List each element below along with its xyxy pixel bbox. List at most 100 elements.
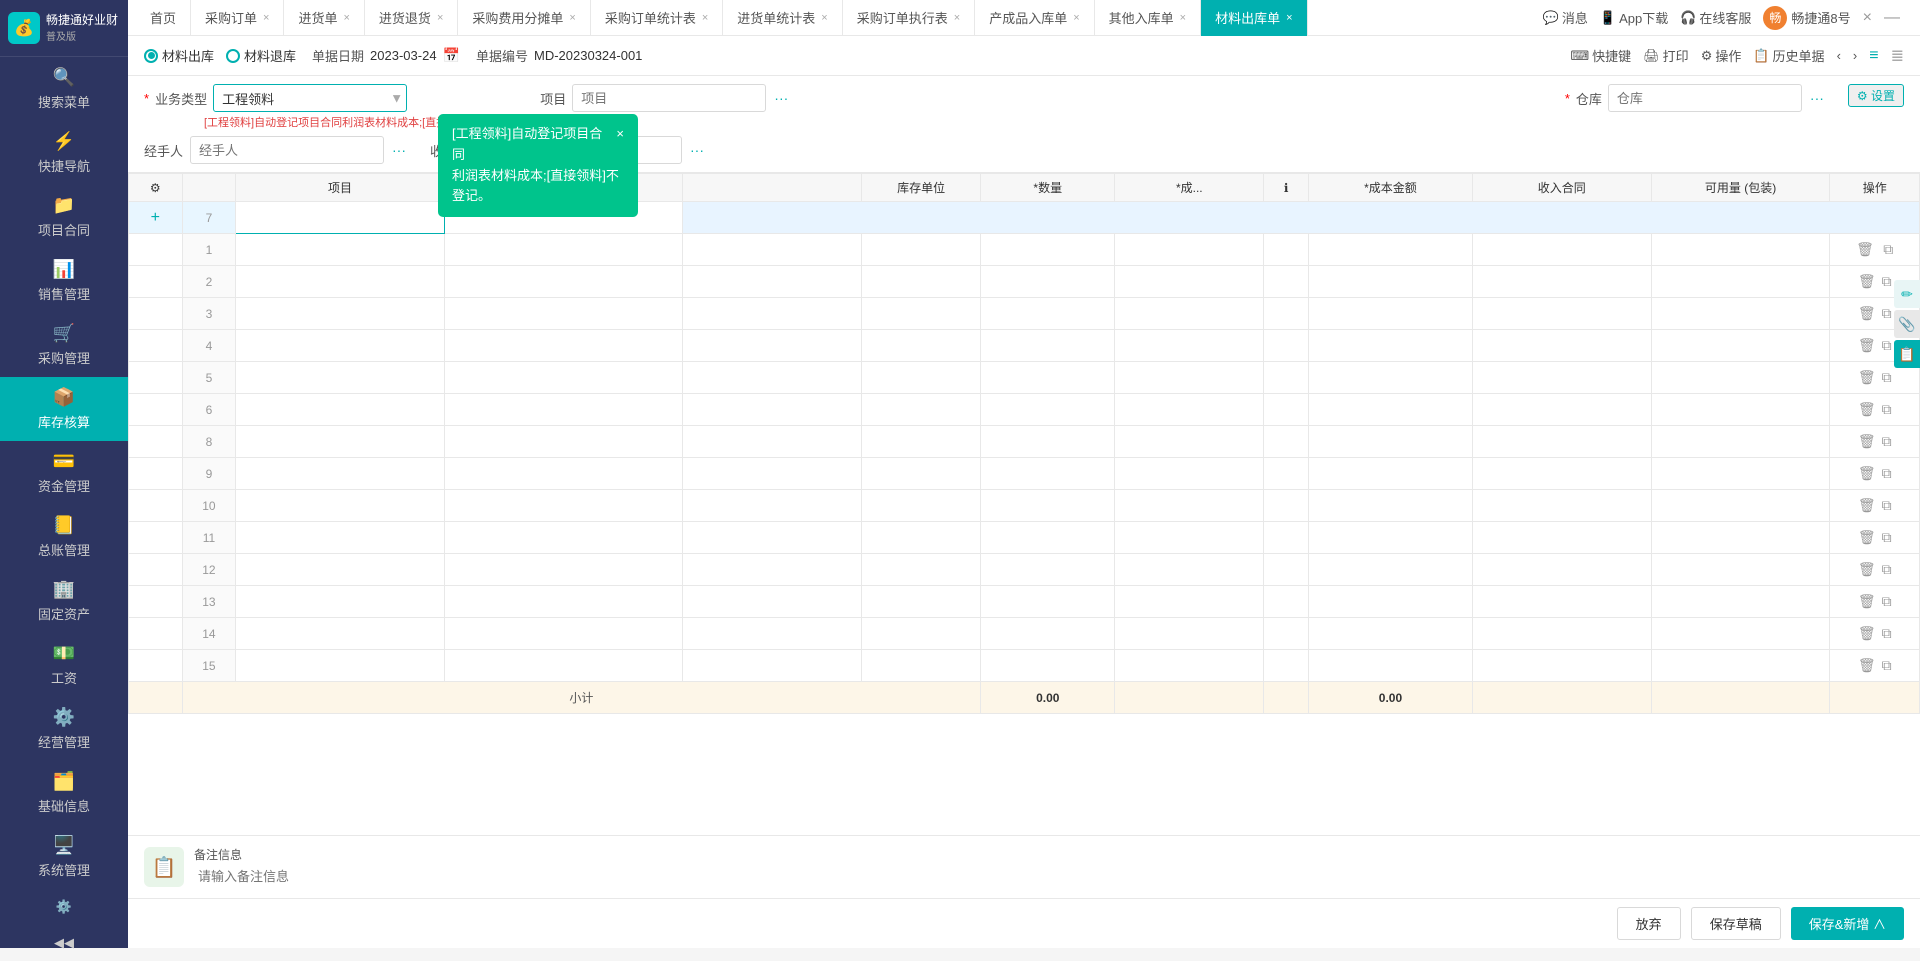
radio-return[interactable]: 材料退库: [226, 46, 296, 65]
row12-delete-btn[interactable]: 🗑: [1855, 561, 1879, 577]
income-contract-dots[interactable]: ···: [690, 142, 704, 158]
tab-close-purchase-exec[interactable]: ×: [954, 12, 960, 24]
row11-delete-btn[interactable]: 🗑: [1855, 529, 1879, 545]
close-window-btn[interactable]: ×: [1863, 9, 1872, 27]
row11-copy-btn[interactable]: ⧉: [1879, 529, 1895, 545]
row14-delete-btn[interactable]: 🗑: [1855, 625, 1879, 641]
row1-cost[interactable]: [1115, 234, 1264, 266]
sidebar-item-operations[interactable]: ⚙️ 经营管理: [0, 697, 128, 761]
float-btn-2[interactable]: 📎: [1894, 310, 1920, 338]
tab-inbound-return[interactable]: 进货退货 ×: [365, 0, 458, 36]
row10-copy-btn[interactable]: ⧉: [1879, 497, 1895, 513]
user-avatar[interactable]: 畅 畅捷通8号: [1763, 6, 1850, 30]
row4-delete-btn[interactable]: 🗑: [1855, 337, 1879, 353]
save-new-button[interactable]: 保存&新增 ∧: [1791, 907, 1904, 940]
discard-button[interactable]: 放弃: [1617, 907, 1681, 940]
float-btn-1[interactable]: ✏: [1894, 280, 1920, 308]
app-download-btn[interactable]: 📱 App下载: [1600, 8, 1668, 27]
row2-copy-btn[interactable]: ⧉: [1879, 273, 1895, 289]
row5-copy-btn[interactable]: ⧉: [1879, 369, 1895, 385]
tooltip-close-btn[interactable]: ×: [616, 124, 624, 145]
notes-input[interactable]: [194, 865, 594, 888]
row6-copy-btn[interactable]: ⧉: [1879, 401, 1895, 417]
row1-qty[interactable]: [981, 234, 1115, 266]
row1-material[interactable]: [444, 234, 682, 266]
save-draft-button[interactable]: 保存草稿: [1691, 907, 1781, 940]
tab-close-purchase-order[interactable]: ×: [263, 12, 269, 24]
handler-dots[interactable]: ···: [392, 142, 406, 158]
sidebar-item-ledger[interactable]: 📒 总账管理: [0, 505, 128, 569]
col-header-gear[interactable]: ⚙: [129, 174, 183, 202]
handler-input[interactable]: [190, 136, 384, 164]
history-btn[interactable]: 📋 历史单据: [1753, 46, 1824, 65]
row14-copy-btn[interactable]: ⧉: [1879, 625, 1895, 641]
quick-key-btn[interactable]: ⌨ 快捷键: [1570, 46, 1631, 65]
sidebar-item-basic[interactable]: 🗂️ 基础信息: [0, 761, 128, 825]
edit-no-value[interactable]: MD-20230324-001: [534, 48, 642, 63]
tab-close-inbound-stats[interactable]: ×: [821, 12, 827, 24]
tab-close-other-inbound[interactable]: ×: [1180, 12, 1186, 24]
tab-purchase-stats[interactable]: 采购订单统计表 ×: [591, 0, 723, 36]
message-btn[interactable]: 💬 消息: [1543, 8, 1588, 27]
tab-close-inbound-return[interactable]: ×: [437, 12, 443, 24]
add-row-icon[interactable]: +: [151, 209, 160, 226]
row1-project[interactable]: [236, 234, 445, 266]
operations-btn[interactable]: ⚙ 操作: [1701, 46, 1742, 65]
tab-purchase-expense[interactable]: 采购费用分摊单 ×: [458, 0, 590, 36]
view-multi-btn[interactable]: ≣: [1891, 46, 1904, 66]
row1-cost-amt[interactable]: [1309, 234, 1473, 266]
tab-material-out[interactable]: 材料出库单 ×: [1201, 0, 1307, 36]
row2-delete-btn[interactable]: 🗑: [1855, 273, 1879, 289]
row1-copy-btn[interactable]: ⧉: [1880, 241, 1896, 257]
settings-button[interactable]: ⚙️: [0, 889, 128, 925]
row10-delete-btn[interactable]: 🗑: [1855, 497, 1879, 513]
tab-close-material-out[interactable]: ×: [1286, 12, 1292, 24]
row9-delete-btn[interactable]: 🗑: [1855, 465, 1879, 481]
row1-income[interactable]: [1472, 234, 1651, 266]
settings-button[interactable]: ⚙ 设置: [1848, 84, 1904, 107]
row1-delete-btn[interactable]: 🗑: [1853, 241, 1877, 257]
sidebar-item-quicknav[interactable]: ⚡ 快捷导航: [0, 121, 128, 185]
row8-copy-btn[interactable]: ⧉: [1879, 433, 1895, 449]
project-dots[interactable]: ···: [774, 90, 788, 106]
calendar-icon[interactable]: 📅: [443, 47, 460, 64]
row3-copy-btn[interactable]: ⧉: [1879, 305, 1895, 321]
row13-copy-btn[interactable]: ⧉: [1879, 593, 1895, 609]
sidebar-item-sales[interactable]: 📊 销售管理: [0, 249, 128, 313]
tab-inbound[interactable]: 进货单 ×: [284, 0, 364, 36]
row8-delete-btn[interactable]: 🗑: [1855, 433, 1879, 449]
next-doc-btn[interactable]: ›: [1853, 48, 1857, 63]
sidebar-item-search[interactable]: 🔍 搜索菜单: [0, 57, 128, 121]
sidebar-item-inventory[interactable]: 📦 库存核算: [0, 377, 128, 441]
row1-spec[interactable]: [683, 234, 862, 266]
sidebar-item-assets[interactable]: 🏢 固定资产: [0, 569, 128, 633]
row15-copy-btn[interactable]: ⧉: [1879, 657, 1895, 673]
tab-close-purchase-expense[interactable]: ×: [569, 12, 575, 24]
prev-doc-btn[interactable]: ‹: [1837, 48, 1841, 63]
row1-unit[interactable]: [862, 234, 981, 266]
tab-purchase-order[interactable]: 采购订单 ×: [191, 0, 284, 36]
row6-delete-btn[interactable]: 🗑: [1855, 401, 1879, 417]
edit-date-value[interactable]: 2023-03-24: [370, 48, 437, 63]
tab-close-inbound[interactable]: ×: [343, 12, 349, 24]
row9-copy-btn[interactable]: ⧉: [1879, 465, 1895, 481]
row13-delete-btn[interactable]: 🗑: [1855, 593, 1879, 609]
row3-delete-btn[interactable]: 🗑: [1855, 305, 1879, 321]
row12-copy-btn[interactable]: ⧉: [1879, 561, 1895, 577]
row15-delete-btn[interactable]: 🗑: [1855, 657, 1879, 673]
row-add-project[interactable]: [236, 202, 445, 234]
radio-out[interactable]: 材料出库: [144, 46, 214, 65]
tab-close-finished-stock[interactable]: ×: [1073, 12, 1079, 24]
warehouse-dots[interactable]: ···: [1810, 90, 1824, 106]
row4-copy-btn[interactable]: ⧉: [1879, 337, 1895, 353]
tab-home[interactable]: 首页: [136, 0, 191, 36]
row1-usable[interactable]: [1651, 234, 1830, 266]
tab-finished-stock[interactable]: 产成品入库单 ×: [975, 0, 1094, 36]
float-btn-3[interactable]: 📋: [1894, 340, 1920, 368]
tab-purchase-exec[interactable]: 采购订单执行表 ×: [843, 0, 975, 36]
online-service-btn[interactable]: 🎧 在线客服: [1680, 8, 1751, 27]
collapse-button[interactable]: ◀◀: [0, 925, 128, 961]
biz-type-input[interactable]: [213, 84, 407, 112]
tab-inbound-stats[interactable]: 进货单统计表 ×: [723, 0, 842, 36]
tab-close-purchase-stats[interactable]: ×: [702, 12, 708, 24]
